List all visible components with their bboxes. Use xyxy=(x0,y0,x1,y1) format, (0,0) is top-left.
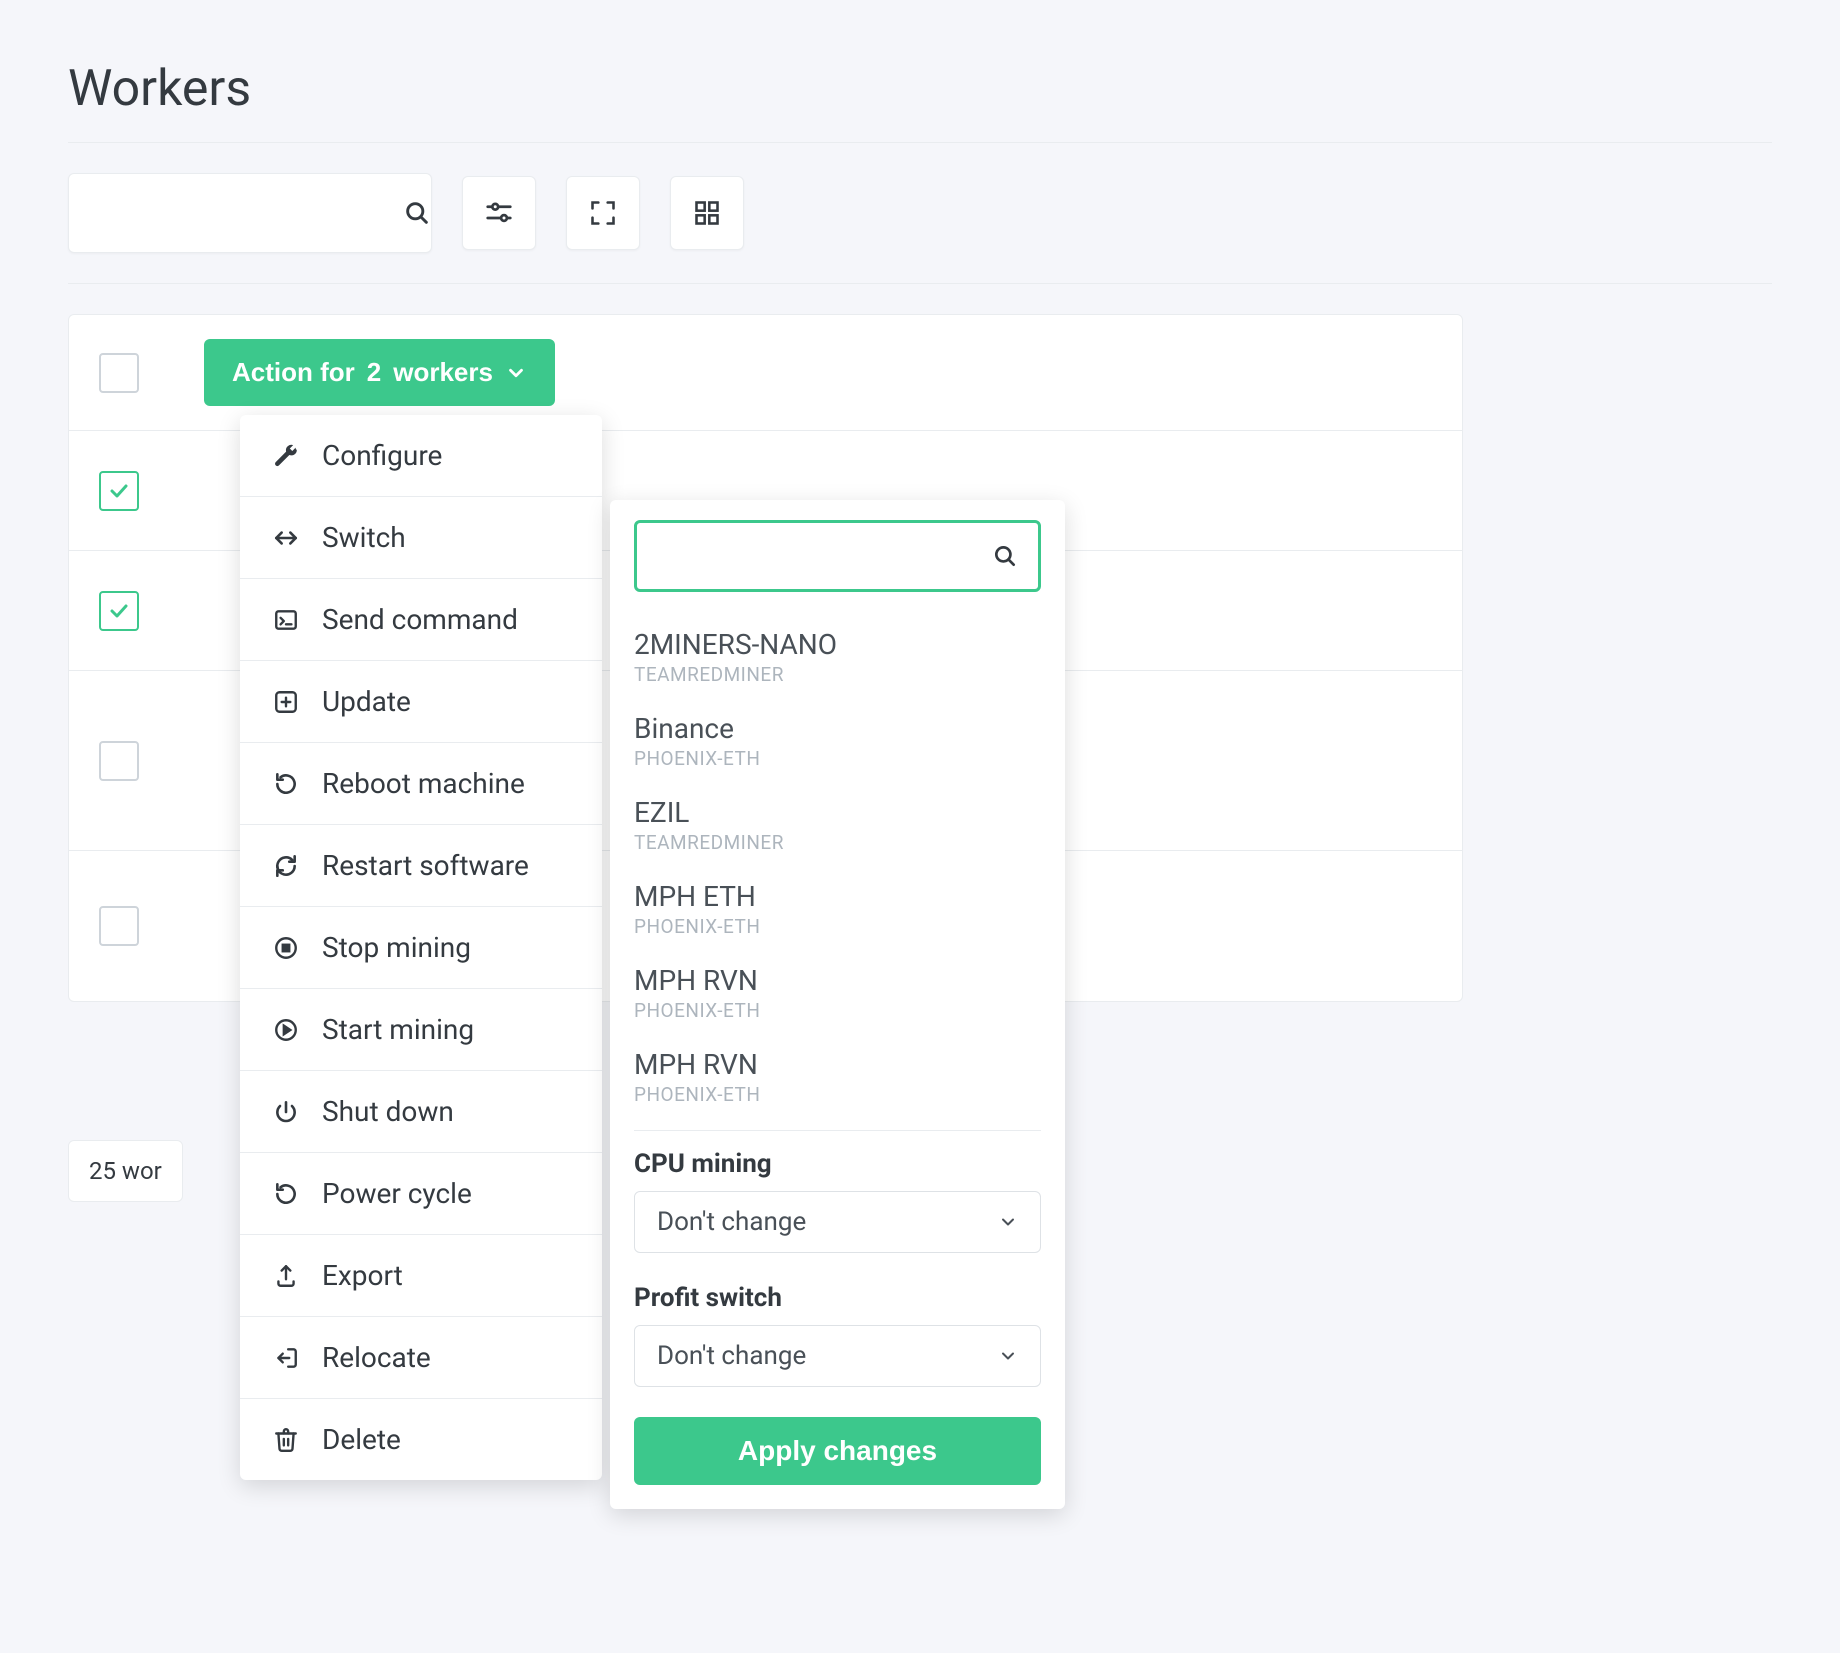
per-page-label: 25 wor xyxy=(89,1157,162,1185)
pool-miner: TEAMREDMINER xyxy=(634,831,1041,854)
per-page-select[interactable]: 25 wor xyxy=(68,1140,183,1202)
trash-icon xyxy=(272,1427,300,1453)
worker-search-input[interactable] xyxy=(93,199,403,227)
pool-option[interactable]: MPH RVN PHOENIX-ETH xyxy=(634,956,1041,1040)
pool-option[interactable]: EZIL TEAMREDMINER xyxy=(634,788,1041,872)
update-icon xyxy=(272,689,300,715)
profit-switch-value: Don't change xyxy=(657,1341,806,1371)
worker-search-box[interactable] xyxy=(68,173,432,253)
filters-button[interactable] xyxy=(462,176,536,250)
divider xyxy=(68,142,1772,143)
pool-miner: PHOENIX-ETH xyxy=(634,1083,1041,1106)
reboot-icon xyxy=(272,771,300,797)
toolbar xyxy=(68,173,1772,284)
expand-icon xyxy=(589,199,617,227)
pool-name: MPH RVN xyxy=(634,1048,1041,1081)
action-label: Configure xyxy=(322,439,442,472)
pool-miner: PHOENIX-ETH xyxy=(634,747,1041,770)
action-shut-down[interactable]: Shut down xyxy=(240,1071,602,1153)
action-label: Relocate xyxy=(322,1341,431,1374)
grid-icon xyxy=(693,199,721,227)
profit-switch-label: Profit switch xyxy=(634,1283,1041,1313)
action-send-command[interactable]: Send command xyxy=(240,579,602,661)
pool-search-box[interactable] xyxy=(634,520,1041,592)
stop-icon xyxy=(272,935,300,961)
pool-option[interactable]: MPH ETH PHOENIX-ETH xyxy=(634,872,1041,956)
action-label: Shut down xyxy=(322,1095,454,1128)
worker-checkbox[interactable] xyxy=(99,741,139,781)
action-for-workers-button[interactable]: Action for 2 workers xyxy=(204,339,555,406)
action-restart-software[interactable]: Restart software xyxy=(240,825,602,907)
action-label: Export xyxy=(322,1259,403,1292)
worker-checkbox[interactable] xyxy=(99,471,139,511)
workers-header-row: Action for 2 workers xyxy=(69,315,1462,431)
pool-name: MPH RVN xyxy=(634,964,1041,997)
action-configure[interactable]: Configure xyxy=(240,415,602,497)
action-delete[interactable]: Delete xyxy=(240,1399,602,1480)
power-cycle-icon xyxy=(272,1181,300,1207)
swap-icon xyxy=(272,525,300,551)
cpu-mining-select[interactable]: Don't change xyxy=(634,1191,1041,1253)
pool-miner: TEAMREDMINER xyxy=(634,663,1041,686)
action-switch[interactable]: Switch xyxy=(240,497,602,579)
action-count: 2 xyxy=(367,357,381,388)
search-icon xyxy=(992,543,1018,569)
select-all-checkbox[interactable] xyxy=(99,353,139,393)
restart-icon xyxy=(272,853,300,879)
profit-switch-select[interactable]: Don't change xyxy=(634,1325,1041,1387)
chevron-down-icon xyxy=(505,362,527,384)
chevron-down-icon xyxy=(998,1346,1018,1366)
relocate-icon xyxy=(272,1345,300,1371)
action-label: Reboot machine xyxy=(322,767,525,800)
action-prefix: Action for xyxy=(232,357,355,388)
pool-option[interactable]: Binance PHOENIX-ETH xyxy=(634,704,1041,788)
pool-option[interactable]: MPH RVN PHOENIX-ETH xyxy=(634,1040,1041,1124)
apply-changes-button[interactable]: Apply changes xyxy=(634,1417,1041,1485)
grid-view-button[interactable] xyxy=(670,176,744,250)
action-suffix: workers xyxy=(393,357,493,388)
search-icon xyxy=(403,199,431,227)
export-icon xyxy=(272,1263,300,1289)
action-label: Switch xyxy=(322,521,406,554)
pool-name: MPH ETH xyxy=(634,880,1041,913)
cpu-mining-value: Don't change xyxy=(657,1207,806,1237)
pool-name: 2MINERS-NANO xyxy=(634,628,1041,661)
action-start-mining[interactable]: Start mining xyxy=(240,989,602,1071)
wrench-icon xyxy=(272,443,300,469)
sliders-icon xyxy=(484,198,514,228)
cpu-mining-label: CPU mining xyxy=(634,1149,1041,1179)
action-label: Restart software xyxy=(322,849,529,882)
action-label: Stop mining xyxy=(322,931,471,964)
actions-dropdown: Configure Switch Send command Update Reb… xyxy=(240,415,602,1480)
action-stop-mining[interactable]: Stop mining xyxy=(240,907,602,989)
action-label: Update xyxy=(322,685,411,718)
pool-name: EZIL xyxy=(634,796,1041,829)
action-label: Power cycle xyxy=(322,1177,472,1210)
worker-checkbox[interactable] xyxy=(99,591,139,631)
action-export[interactable]: Export xyxy=(240,1235,602,1317)
switch-panel: 2MINERS-NANO TEAMREDMINER Binance PHOENI… xyxy=(610,500,1065,1509)
action-relocate[interactable]: Relocate xyxy=(240,1317,602,1399)
action-update[interactable]: Update xyxy=(240,661,602,743)
pool-miner: PHOENIX-ETH xyxy=(634,915,1041,938)
pool-name: Binance xyxy=(634,712,1041,745)
pool-search-input[interactable] xyxy=(657,542,992,570)
page-title: Workers xyxy=(68,60,1772,118)
expand-button[interactable] xyxy=(566,176,640,250)
power-icon xyxy=(272,1099,300,1125)
worker-checkbox[interactable] xyxy=(99,906,139,946)
action-label: Delete xyxy=(322,1423,401,1456)
action-label: Start mining xyxy=(322,1013,474,1046)
action-label: Send command xyxy=(322,603,518,636)
action-reboot-machine[interactable]: Reboot machine xyxy=(240,743,602,825)
play-icon xyxy=(272,1017,300,1043)
action-power-cycle[interactable]: Power cycle xyxy=(240,1153,602,1235)
pool-option[interactable]: 2MINERS-NANO TEAMREDMINER xyxy=(634,620,1041,704)
chevron-down-icon xyxy=(998,1212,1018,1232)
divider xyxy=(634,1130,1041,1131)
terminal-icon xyxy=(272,607,300,633)
pool-miner: PHOENIX-ETH xyxy=(634,999,1041,1022)
